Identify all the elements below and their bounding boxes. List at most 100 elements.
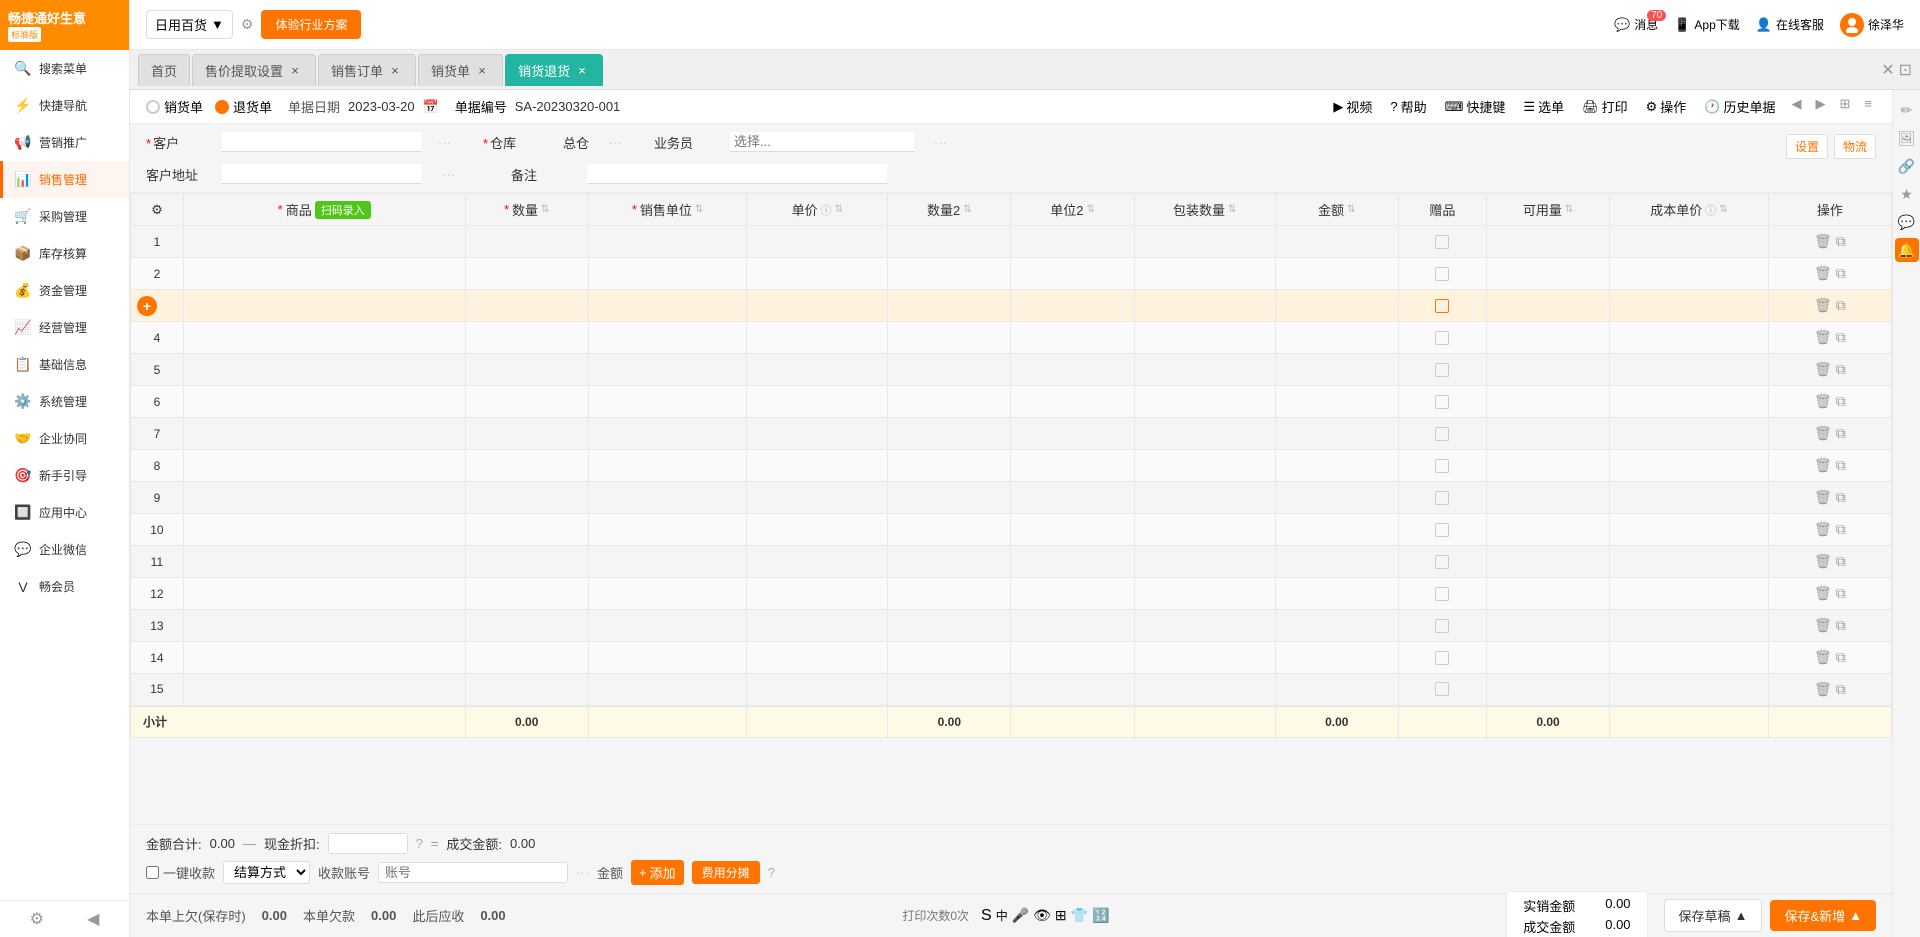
copy-btn[interactable]: ⧉ xyxy=(1836,585,1846,602)
gift-checkbox[interactable] xyxy=(1435,427,1449,441)
gift-checkbox[interactable] xyxy=(1435,491,1449,505)
daily-goods-dropdown[interactable]: 日用百货 ▼ xyxy=(146,10,233,39)
pack-sort-icon[interactable]: ⇅ xyxy=(1228,204,1236,215)
qty2-sort-icon[interactable]: ⇅ xyxy=(963,204,971,215)
copy-btn[interactable]: ⧉ xyxy=(1836,617,1846,634)
sidebar-item-cooperation[interactable]: 🤝 企业协同 xyxy=(0,420,129,457)
split-info-icon[interactable]: ? xyxy=(768,865,775,880)
cost-sort-icon[interactable]: ⇅ xyxy=(1719,204,1727,215)
price-sort-icon[interactable]: ⇅ xyxy=(835,204,843,215)
row-available-active[interactable] xyxy=(1486,290,1609,322)
row-pack[interactable] xyxy=(1134,226,1275,258)
sidebar-item-marketing[interactable]: 📢 营销推广 xyxy=(0,124,129,161)
tab-delivery-close[interactable]: × xyxy=(474,62,490,78)
gift-checkbox[interactable] xyxy=(1435,555,1449,569)
next-btn[interactable]: ▶ xyxy=(1812,94,1830,119)
setup-btn[interactable]: 设置 xyxy=(1786,134,1828,159)
row-quantity-active[interactable] xyxy=(465,290,588,322)
delete-btn[interactable]: 🗑 xyxy=(1814,457,1832,474)
delete-btn[interactable]: 🗑 xyxy=(1814,649,1832,666)
gift-checkbox[interactable] xyxy=(1435,523,1449,537)
gift-checkbox[interactable] xyxy=(1435,587,1449,601)
sidebar-item-basic[interactable]: 📋 基础信息 xyxy=(0,346,129,383)
prev-btn[interactable]: ◀ xyxy=(1788,94,1806,119)
th-settings[interactable]: ⚙ xyxy=(131,194,184,226)
copy-btn[interactable]: ⧉ xyxy=(1836,393,1846,410)
sidebar-item-inventory[interactable]: 📦 库存核算 xyxy=(0,235,129,272)
select-btn[interactable]: ☰ 选单 xyxy=(1517,94,1570,119)
row-available[interactable] xyxy=(1486,258,1609,290)
gift-checkbox-active[interactable] xyxy=(1435,299,1449,313)
right-panel-edit-icon[interactable]: ✏ xyxy=(1895,98,1919,122)
sidebar-item-search[interactable]: 🔍 搜索菜单 xyxy=(0,50,129,87)
gift-checkbox[interactable] xyxy=(1435,651,1449,665)
sidebar-item-sales[interactable]: 📊 销售管理 xyxy=(0,161,129,198)
row-available[interactable] xyxy=(1486,226,1609,258)
message-icon[interactable]: 💬 消息 70 xyxy=(1614,16,1658,33)
row-gift[interactable] xyxy=(1398,258,1486,290)
copy-btn[interactable]: ⧉ xyxy=(1836,681,1846,698)
delete-btn[interactable]: 🗑 xyxy=(1814,585,1832,602)
row-pack[interactable] xyxy=(1134,258,1275,290)
gift-checkbox[interactable] xyxy=(1435,619,1449,633)
tab-sales-order-close[interactable]: × xyxy=(387,62,403,78)
delete-btn[interactable]: 🗑 xyxy=(1814,393,1832,410)
online-service-btn[interactable]: 👤 在线客服 xyxy=(1756,16,1824,33)
help-btn[interactable]: ? 帮助 xyxy=(1384,94,1432,119)
delete-row-btn[interactable]: 🗑 xyxy=(1814,233,1832,250)
row-amount[interactable] xyxy=(1275,226,1398,258)
expense-split-btn[interactable]: 费用分摊 xyxy=(692,861,760,884)
save-new-btn[interactable]: 保存&新增 ▲ xyxy=(1770,900,1876,931)
close-window-icon[interactable]: ✕ xyxy=(1881,60,1894,80)
row-quantity[interactable] xyxy=(465,258,588,290)
sidebar-item-purchase[interactable]: 🛒 采购管理 xyxy=(0,198,129,235)
row-unit[interactable] xyxy=(588,258,746,290)
gift-checkbox[interactable] xyxy=(1435,267,1449,281)
add-btn[interactable]: + 添加 xyxy=(631,860,684,885)
tab-home[interactable]: 首页 xyxy=(138,54,190,86)
info-circle[interactable]: ? xyxy=(416,836,423,851)
row-quantity[interactable] xyxy=(465,226,588,258)
shortcut-btn[interactable]: ⌨ 快捷键 xyxy=(1439,94,1512,119)
row-amount-active[interactable] xyxy=(1275,290,1398,322)
delete-btn[interactable]: 🗑 xyxy=(1814,553,1832,570)
row-gift-active[interactable] xyxy=(1398,290,1486,322)
delete-btn[interactable]: 🗑 xyxy=(1814,521,1832,538)
row-qty2[interactable] xyxy=(888,258,1011,290)
avail-sort-icon[interactable]: ⇅ xyxy=(1565,204,1573,215)
video-btn[interactable]: ▶ 视频 xyxy=(1327,94,1378,119)
radio-return[interactable]: 退货单 xyxy=(215,97,272,116)
qty-sort-icon[interactable]: ⇅ xyxy=(541,204,549,215)
copy-row-btn[interactable]: ⧉ xyxy=(1836,233,1846,250)
logistics-btn[interactable]: 物流 xyxy=(1834,134,1876,159)
sidebar-item-system[interactable]: ⚙️ 系统管理 xyxy=(0,383,129,420)
tab-sales-delivery[interactable]: 销货单 × xyxy=(418,54,503,86)
row-unit2-active[interactable] xyxy=(1011,290,1134,322)
copy-btn[interactable]: ⧉ xyxy=(1836,649,1846,666)
sidebar-item-operations[interactable]: 📈 经营管理 xyxy=(0,309,129,346)
sidebar-item-guide[interactable]: 🎯 新手引导 xyxy=(0,457,129,494)
product-input-active[interactable] xyxy=(190,298,459,313)
gift-checkbox[interactable] xyxy=(1435,395,1449,409)
save-draft-btn[interactable]: 保存草稿 ▲ xyxy=(1664,899,1763,932)
sidebar-settings-icon[interactable]: ⚙ xyxy=(30,909,44,929)
tab-sales-order[interactable]: 销售订单 × xyxy=(318,54,416,86)
delete-btn[interactable]: 🗑 xyxy=(1814,681,1832,698)
maximize-icon[interactable]: ⊡ xyxy=(1899,60,1912,80)
add-row-btn-cell[interactable]: + xyxy=(131,290,184,322)
sidebar-item-shortcut[interactable]: ⚡ 快捷导航 xyxy=(0,87,129,124)
row-unit2[interactable] xyxy=(1011,258,1134,290)
row-cost-active[interactable] xyxy=(1610,290,1768,322)
payment-checkbox[interactable] xyxy=(146,866,159,879)
price-info-icon[interactable]: ⓘ xyxy=(821,202,832,218)
copy-row-btn-active[interactable]: ⧉ xyxy=(1836,297,1846,314)
sidebar-item-wechat[interactable]: 💬 企业微信 xyxy=(0,531,129,568)
delete-btn[interactable]: 🗑 xyxy=(1814,489,1832,506)
copy-btn[interactable]: ⧉ xyxy=(1836,361,1846,378)
gift-checkbox[interactable] xyxy=(1435,682,1449,696)
row-cost[interactable] xyxy=(1610,258,1768,290)
salesperson-input[interactable] xyxy=(730,132,914,152)
row-pack-active[interactable] xyxy=(1134,290,1275,322)
delete-btn[interactable]: 🗑 xyxy=(1814,617,1832,634)
row-price-active[interactable] xyxy=(747,290,888,322)
